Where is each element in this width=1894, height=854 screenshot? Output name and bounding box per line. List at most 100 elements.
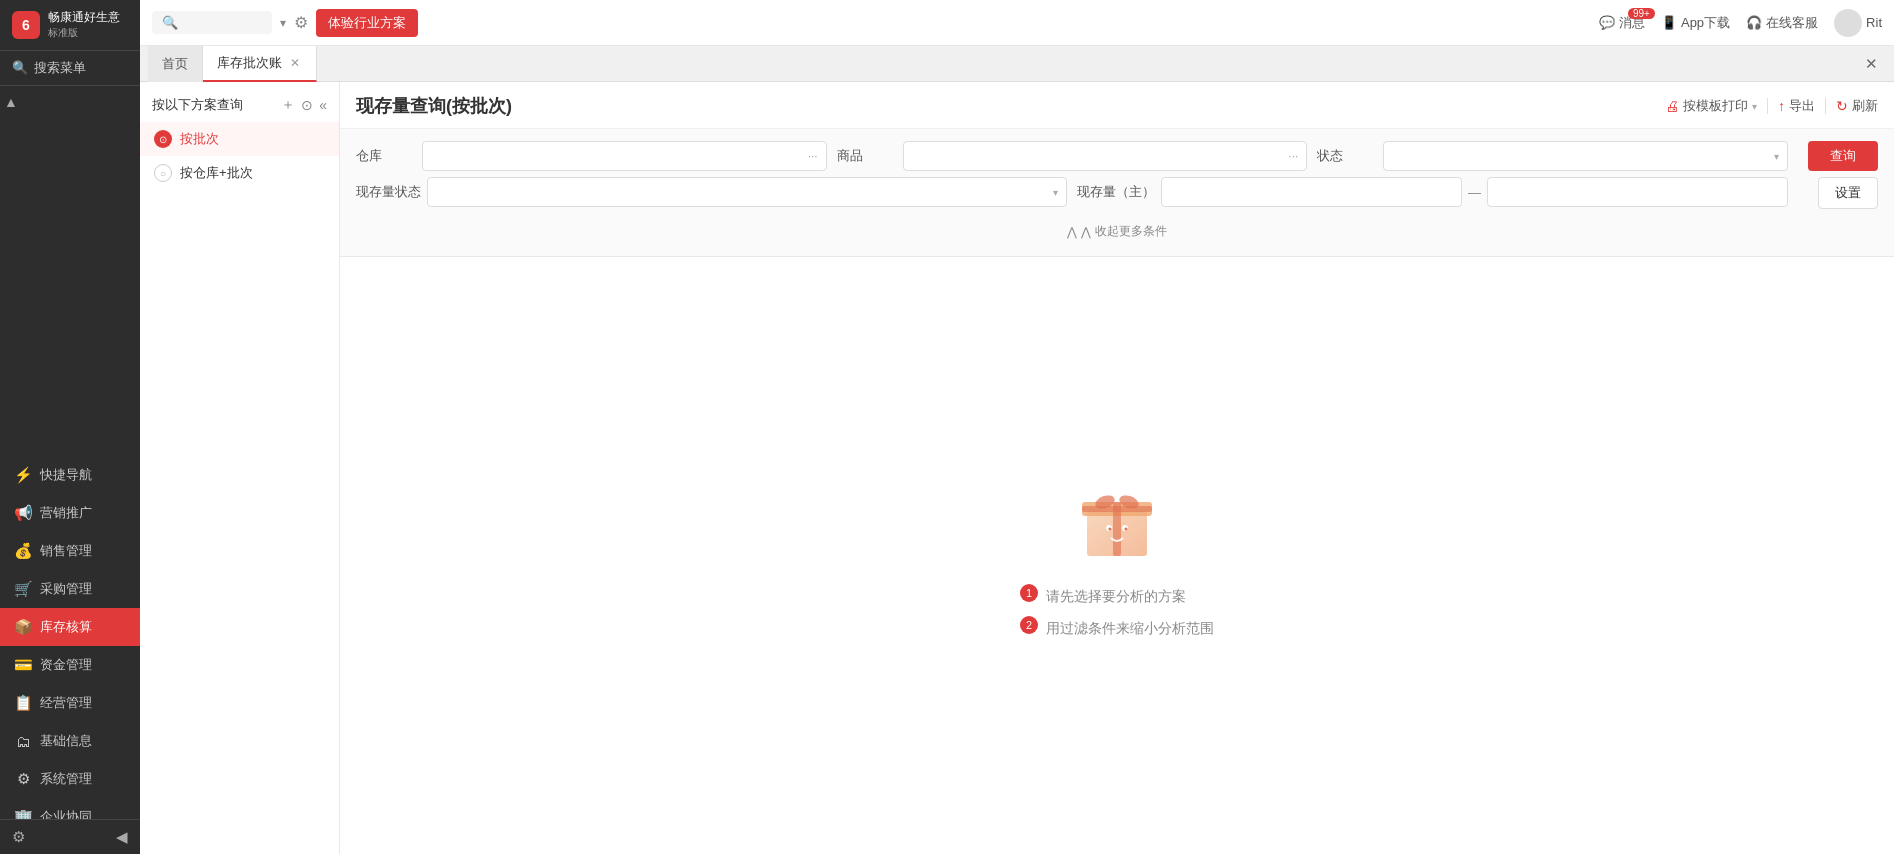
sidebar-search[interactable]: 🔍 搜索菜单 <box>0 51 140 86</box>
user-avatar <box>1834 9 1862 37</box>
export-icon: ↑ <box>1778 98 1785 114</box>
user-avatar-item[interactable]: Rit <box>1834 9 1882 37</box>
topbar-settings-btn[interactable]: ⚙ <box>294 13 308 32</box>
sidebar-bottom: ⚙ ◀ <box>0 819 140 854</box>
nav-icon-quick-nav: ⚡ <box>14 466 32 484</box>
print-btn[interactable]: 🖨 按模板打印 ▾ <box>1665 97 1757 115</box>
qty-dash: — <box>1468 185 1481 200</box>
stock-qty-min[interactable] <box>1161 177 1462 207</box>
topbar-left: 🔍 ▾ ⚙ 体验行业方案 <box>152 9 418 37</box>
sidebar-label-quick-nav: 快捷导航 <box>40 466 92 484</box>
collapse-sidebar-icon[interactable]: ◀ <box>116 828 128 846</box>
app-download-item[interactable]: 📱 App下载 <box>1661 14 1730 32</box>
filter-item-by-warehouse-batch[interactable]: ○ 按仓库+批次 <box>140 156 339 190</box>
goods-input[interactable] <box>912 149 1285 164</box>
online-service-label: 在线客服 <box>1766 14 1818 32</box>
sidebar-items: ⚡ 快捷导航📢 营销推广💰 销售管理🛒 采购管理📦 库存核算💳 资金管理📋 经营… <box>0 456 140 819</box>
stock-qty-max[interactable] <box>1487 177 1788 207</box>
settings-btn[interactable]: 设置 <box>1818 177 1878 209</box>
stock-qty-field: 现存量（主） — <box>1077 177 1788 207</box>
nav-icon-inventory: 📦 <box>14 618 32 636</box>
nav-icon-basics: 🗂 <box>14 733 32 750</box>
content-area: 按以下方案查询 ＋ ⊙ « ⊙ 按批次 ○ 按仓库+批次 现存量查询(按批次) <box>140 82 1894 854</box>
tab-home[interactable]: 首页 <box>148 46 203 82</box>
trial-btn[interactable]: 体验行业方案 <box>316 9 418 37</box>
divider-1 <box>1767 98 1768 114</box>
stock-status-field: 现存量状态 ▾ <box>356 177 1067 207</box>
search-action-row: ⋀ ⋀ 收起更多条件 <box>356 219 1878 244</box>
app-download-label: App下载 <box>1681 14 1730 32</box>
warehouse-field: 仓库 ··· <box>356 141 827 171</box>
export-btn[interactable]: ↑ 导出 <box>1778 97 1815 115</box>
empty-illustration <box>1067 466 1167 566</box>
sidebar-scroll-up[interactable]: ▲ <box>0 90 22 114</box>
messages-badge: 99+ <box>1628 8 1655 19</box>
tab-home-label: 首页 <box>162 55 188 73</box>
stock-status-label: 现存量状态 <box>356 183 421 201</box>
filter-warehouse-batch-icon: ○ <box>154 164 172 182</box>
warehouse-input[interactable] <box>431 149 804 164</box>
topbar-dropdown-btn[interactable]: ▾ <box>280 16 286 30</box>
topbar: 🔍 ▾ ⚙ 体验行业方案 💬 消息 99+ 📱 App下载 🎧 在线客服 <box>140 0 1894 46</box>
nav-icon-marketing: 📢 <box>14 504 32 522</box>
sidebar-label-basics: 基础信息 <box>40 732 92 750</box>
goods-label: 商品 <box>837 147 897 165</box>
sidebar-item-marketing[interactable]: 📢 营销推广 <box>0 494 140 532</box>
filter-settings-btn[interactable]: ⊙ <box>301 97 313 113</box>
sidebar-item-finance[interactable]: 💳 资金管理 <box>0 646 140 684</box>
filter-item-by-batch[interactable]: ⊙ 按批次 <box>140 122 339 156</box>
settings-icon[interactable]: ⚙ <box>12 828 25 846</box>
filter-collapse-btn[interactable]: « <box>319 97 327 113</box>
sidebar-item-enterprise[interactable]: 🏢 企业协同 <box>0 798 140 819</box>
filter-panel-header: 按以下方案查询 ＋ ⊙ « <box>140 92 339 122</box>
filter-warehouse-batch-label: 按仓库+批次 <box>180 164 253 182</box>
status-dropdown-arrow: ▾ <box>1774 151 1779 162</box>
hint-text-1: 请先选择要分析的方案 <box>1046 582 1186 610</box>
empty-hints: 1 请先选择要分析的方案 2 用过滤条件来缩小分析范围 <box>1020 582 1214 646</box>
sidebar-item-system[interactable]: ⚙ 系统管理 <box>0 760 140 798</box>
online-service-item[interactable]: 🎧 在线客服 <box>1746 14 1818 32</box>
status-select-box[interactable]: ▾ <box>1383 141 1788 171</box>
tab-close-main-btn[interactable]: ✕ <box>1857 55 1886 73</box>
filter-add-btn[interactable]: ＋ <box>281 96 295 114</box>
sidebar-item-operations[interactable]: 📋 经营管理 <box>0 684 140 722</box>
sidebar-label-sales: 销售管理 <box>40 542 92 560</box>
goods-dots-icon[interactable]: ··· <box>1288 149 1298 163</box>
goods-input-box[interactable]: ··· <box>903 141 1308 171</box>
app-name: 畅康通好生意 <box>48 10 120 26</box>
tab-inventory-batch[interactable]: 库存批次账 ✕ <box>203 46 317 82</box>
filter-panel-title: 按以下方案查询 <box>152 96 243 114</box>
sidebar-item-quick-nav[interactable]: ⚡ 快捷导航 <box>0 456 140 494</box>
hint-item-1: 1 请先选择要分析的方案 <box>1020 582 1214 610</box>
sidebar-item-basics[interactable]: 🗂 基础信息 <box>0 722 140 760</box>
main-content: 🔍 ▾ ⚙ 体验行业方案 💬 消息 99+ 📱 App下载 🎧 在线客服 <box>140 0 1894 854</box>
collapse-btn[interactable]: ⋀ ⋀ 收起更多条件 <box>1067 223 1166 240</box>
stock-status-dropdown-arrow: ▾ <box>1053 187 1058 198</box>
sidebar-item-sales[interactable]: 💰 销售管理 <box>0 532 140 570</box>
print-btn-label: 按模板打印 <box>1683 97 1748 115</box>
sidebar-label-operations: 经营管理 <box>40 694 92 712</box>
print-icon: 🖨 <box>1665 98 1679 114</box>
topbar-search-box[interactable]: 🔍 <box>152 11 272 34</box>
nav-icon-operations: 📋 <box>14 694 32 712</box>
filter-batch-label: 按批次 <box>180 130 219 148</box>
stock-status-select-box[interactable]: ▾ <box>427 177 1067 207</box>
warehouse-dots-icon[interactable]: ··· <box>808 149 818 163</box>
svg-point-8 <box>1109 527 1112 530</box>
topbar-right: 💬 消息 99+ 📱 App下载 🎧 在线客服 Rit <box>1599 9 1882 37</box>
collapse-label: 收起更多条件 <box>1095 223 1167 240</box>
status-field: 状态 ▾ <box>1317 141 1788 171</box>
nav-icon-purchase: 🛒 <box>14 580 32 598</box>
refresh-btn[interactable]: ↻ 刷新 <box>1836 97 1878 115</box>
tab-close-btn[interactable]: ✕ <box>288 56 302 70</box>
warehouse-input-box[interactable]: ··· <box>422 141 827 171</box>
hint-num-2: 2 <box>1020 616 1038 634</box>
messages-item[interactable]: 💬 消息 99+ <box>1599 14 1645 32</box>
sidebar-item-inventory[interactable]: 📦 库存核算 <box>0 608 140 646</box>
sidebar-item-purchase[interactable]: 🛒 采购管理 <box>0 570 140 608</box>
hint-num-1: 1 <box>1020 584 1038 602</box>
collapse-arrow-icon: ⋀ ⋀ <box>1067 225 1090 239</box>
nav-icon-system: ⚙ <box>14 770 32 788</box>
export-btn-label: 导出 <box>1789 97 1815 115</box>
query-btn[interactable]: 查询 <box>1808 141 1878 171</box>
